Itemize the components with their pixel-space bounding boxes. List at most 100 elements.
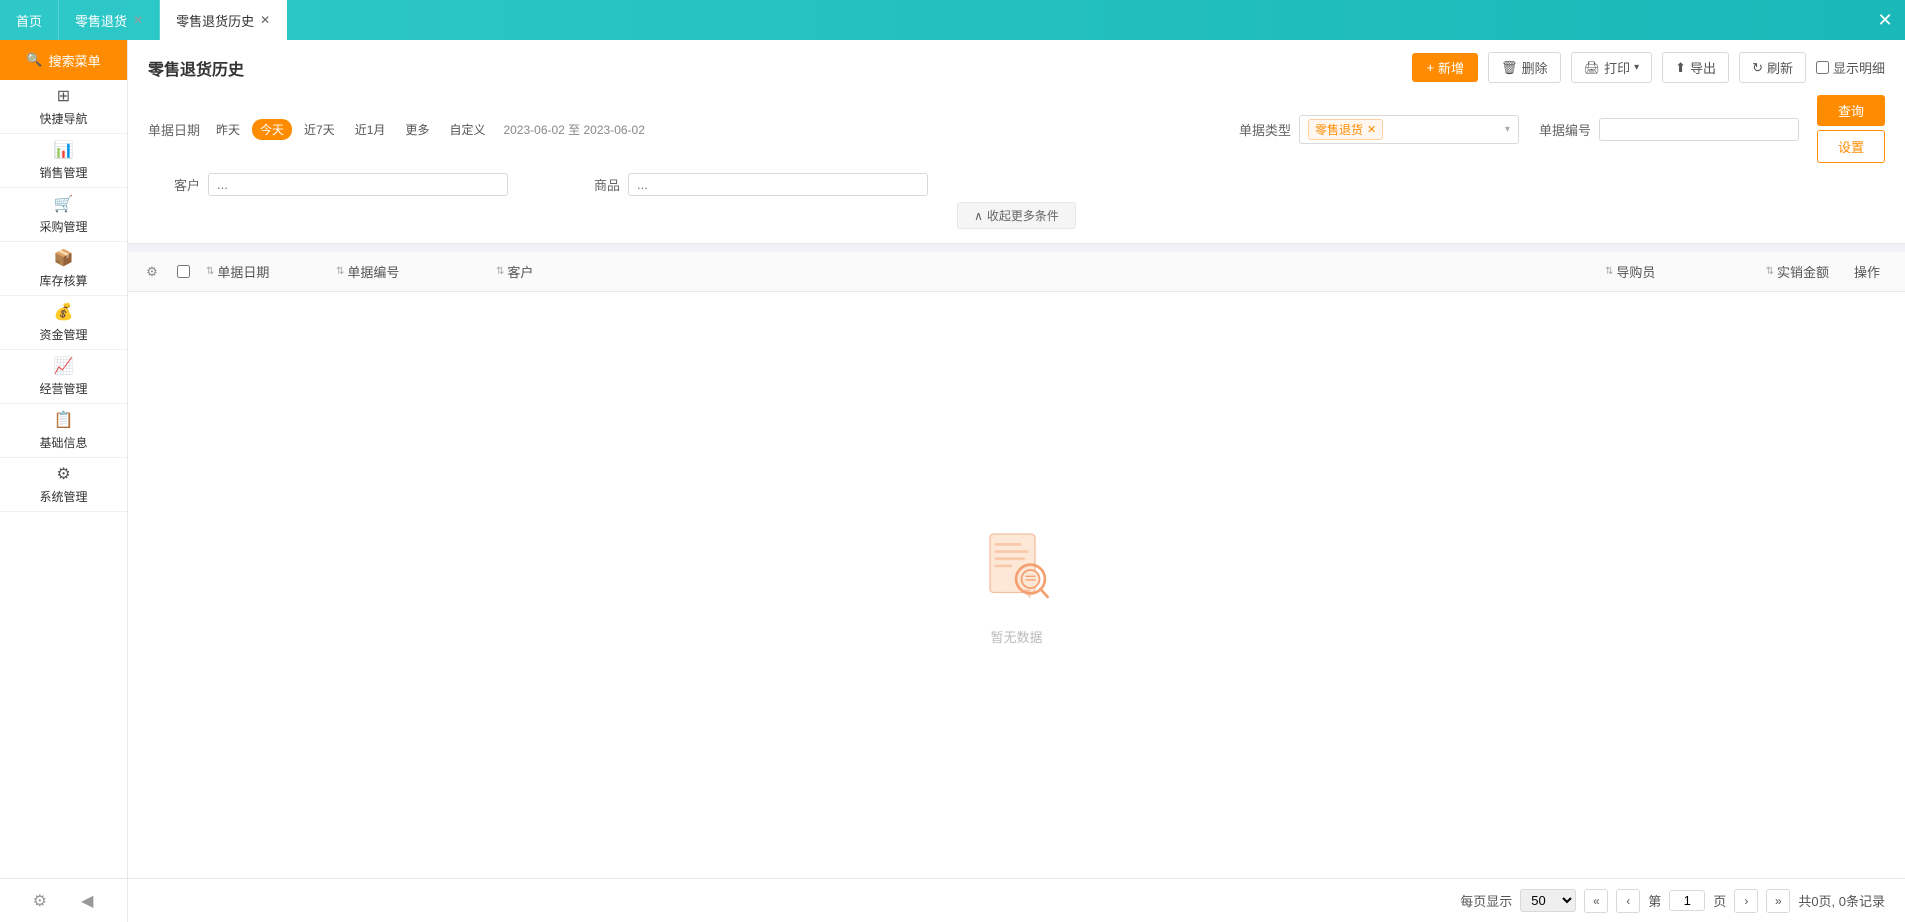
system-mgmt-icon: ⚙ [54,464,74,484]
date-opt-custom[interactable]: 自定义 [441,119,493,140]
table-settings-icon[interactable]: ⚙ [136,264,168,280]
prev-page-button[interactable]: ‹ [1616,889,1640,913]
tab-home[interactable]: + 新增 首页 [0,0,59,40]
empty-state: 暂无数据 [128,292,1905,878]
collapse-chevron-icon: ∧ [974,209,983,223]
date-filter-label: 单据日期 [148,120,208,139]
tab-list: + 新增 首页 零售退货 ✕ 零售退货历史 ✕ [0,0,1865,40]
sidebar-item-system-mgmt-label: 系统管理 [39,488,87,505]
empty-text: 暂无数据 [990,627,1042,646]
query-button[interactable]: 查询 [1817,95,1885,126]
goods-filter-label: 商品 [568,175,628,194]
date-opt-1month[interactable]: 近1月 [347,119,394,140]
page-title: 零售退货历史 [148,56,244,80]
page-number-input[interactable] [1669,890,1705,911]
collapse-label: 收起更多条件 [987,207,1059,224]
sidebar-item-inventory[interactable]: 📦 库存核算 [0,242,127,296]
print-dropdown-icon: ▾ [1634,62,1639,73]
export-button[interactable]: ⬆ 导出 [1662,52,1729,83]
operations-icon: 📈 [54,356,74,376]
sort-guide-icon: ⇅ [1605,266,1613,277]
bill-no-input[interactable] [1599,118,1799,141]
sidebar-item-sales-mgmt[interactable]: 📊 销售管理 [0,134,127,188]
th-amount[interactable]: ⇅ 实销金额 [1717,262,1837,281]
date-opt-today[interactable]: 今天 [252,119,292,140]
print-button[interactable]: 🖨 打印 ▾ [1571,52,1653,83]
tab-retail-return-history-close[interactable]: ✕ [260,13,270,27]
sidebar-item-finance-label: 资金管理 [39,326,87,343]
search-icon: 🔍 [26,52,42,68]
per-page-label: 每页显示 [1460,891,1512,910]
filter-row-2: 客户 商品 [148,173,1885,196]
sidebar-item-finance[interactable]: 💰 资金管理 [0,296,127,350]
tab-retail-return-history[interactable]: 零售退货历史 ✕ [160,0,287,40]
tab-retail-return[interactable]: 零售退货 ✕ [59,0,160,40]
collapse-button[interactable]: ∧ 收起更多条件 [957,202,1076,229]
sidebar-item-operations[interactable]: 📈 经营管理 [0,350,127,404]
show-detail-checkbox-label[interactable]: 显示明细 [1816,58,1885,77]
pagination-bar: 每页显示 50 10 20 100 « ‹ 第 页 › » 共0页, 0条记录 [128,878,1905,922]
th-date[interactable]: ⇅ 单据日期 [198,262,328,281]
plus-icon: + [1426,60,1434,75]
delete-button[interactable]: 🗑 删除 [1488,52,1561,83]
print-icon: 🖨 [1584,60,1601,76]
inventory-icon: 📦 [54,248,74,268]
customer-filter-label: 客户 [148,175,208,194]
toolbar-actions: + 新增 🗑 删除 🖨 打印 ▾ ⬆ 导出 [1412,52,1885,83]
sales-mgmt-icon: 📊 [54,140,74,160]
sidebar-item-sales-mgmt-label: 销售管理 [39,164,87,181]
bill-type-select[interactable]: 零售退货 ✕ ▾ [1299,115,1519,144]
sort-customer-icon: ⇅ [496,266,504,277]
purchase-mgmt-icon: 🛒 [54,194,74,214]
show-detail-checkbox[interactable] [1816,61,1829,74]
customer-input[interactable] [208,173,508,196]
total-label: 共0页, 0条记录 [1798,891,1885,910]
setup-button[interactable]: 设置 [1817,130,1885,163]
date-opt-yesterday[interactable]: 昨天 [208,119,248,140]
finance-icon: 💰 [54,302,74,322]
sidebar-bottom: ⚙ ◀ [0,878,127,922]
date-opt-more[interactable]: 更多 [397,119,437,140]
sidebar-item-inventory-label: 库存核算 [39,272,87,289]
sidebar-item-basic-info-label: 基础信息 [39,434,87,451]
window-close-button[interactable]: ✕ [1865,0,1905,40]
refresh-icon: ↻ [1752,60,1763,76]
per-page-select[interactable]: 50 10 20 100 [1520,889,1576,912]
new-button[interactable]: + 新增 [1412,53,1478,82]
bill-type-tag-close[interactable]: ✕ [1367,123,1376,136]
bill-type-label: 单据类型 [1239,120,1299,139]
delete-icon: 🗑 [1501,60,1518,76]
first-page-button[interactable]: « [1584,889,1608,913]
th-customer[interactable]: ⇅ 客户 [488,262,1597,281]
main-content: 零售退货历史 + 新增 🗑 删除 🖨 打印 ▾ [128,40,1905,922]
bill-type-tag: 零售退货 ✕ [1308,119,1383,140]
refresh-button[interactable]: ↻ 刷新 [1739,52,1806,83]
last-page-button[interactable]: » [1766,889,1790,913]
table-select-all-checkbox[interactable] [168,265,198,278]
next-page-button[interactable]: › [1734,889,1758,913]
date-range-display: 2023-06-02 至 2023-06-02 [503,121,644,138]
sidebar-item-purchase-mgmt-label: 采购管理 [39,218,87,235]
sidebar-item-quick-nav-label: 快捷导航 [39,110,87,127]
main-layout: 🔍 搜索菜单 ⊞ 快捷导航 📊 销售管理 🛒 采购管理 📦 库存核算 💰 [0,40,1905,922]
sidebar-search-button[interactable]: 🔍 搜索菜单 [0,40,127,80]
page-label: 第 [1648,891,1661,910]
sidebar-collapse-button[interactable]: ◀ [73,887,101,915]
sidebar-item-purchase-mgmt[interactable]: 🛒 采购管理 [0,188,127,242]
sidebar-gear-button[interactable]: ⚙ [26,887,54,915]
sidebar-item-basic-info[interactable]: 📋 基础信息 [0,404,127,458]
select-all-input[interactable] [177,265,190,278]
basic-info-icon: 📋 [54,410,74,430]
sidebar-item-quick-nav[interactable]: ⊞ 快捷导航 [0,80,127,134]
bill-type-dropdown-icon: ▾ [1505,124,1510,135]
page-header: 零售退货历史 + 新增 🗑 删除 🖨 打印 ▾ [128,40,1905,244]
goods-input[interactable] [628,173,928,196]
date-opt-7days[interactable]: 近7天 [296,119,343,140]
tab-retail-return-close[interactable]: ✕ [133,13,143,27]
sidebar-item-system-mgmt[interactable]: ⚙ 系统管理 [0,458,127,512]
sort-date-icon: ⇅ [206,266,214,277]
th-bill-no[interactable]: ⇅ 单据编号 [328,262,488,281]
export-icon: ⬆ [1675,60,1686,76]
th-guide[interactable]: ⇅ 导购员 [1597,262,1717,281]
table-header: ⚙ ⇅ 单据日期 ⇅ 单据编号 ⇅ 客户 ⇅ 导购员 [128,252,1905,292]
